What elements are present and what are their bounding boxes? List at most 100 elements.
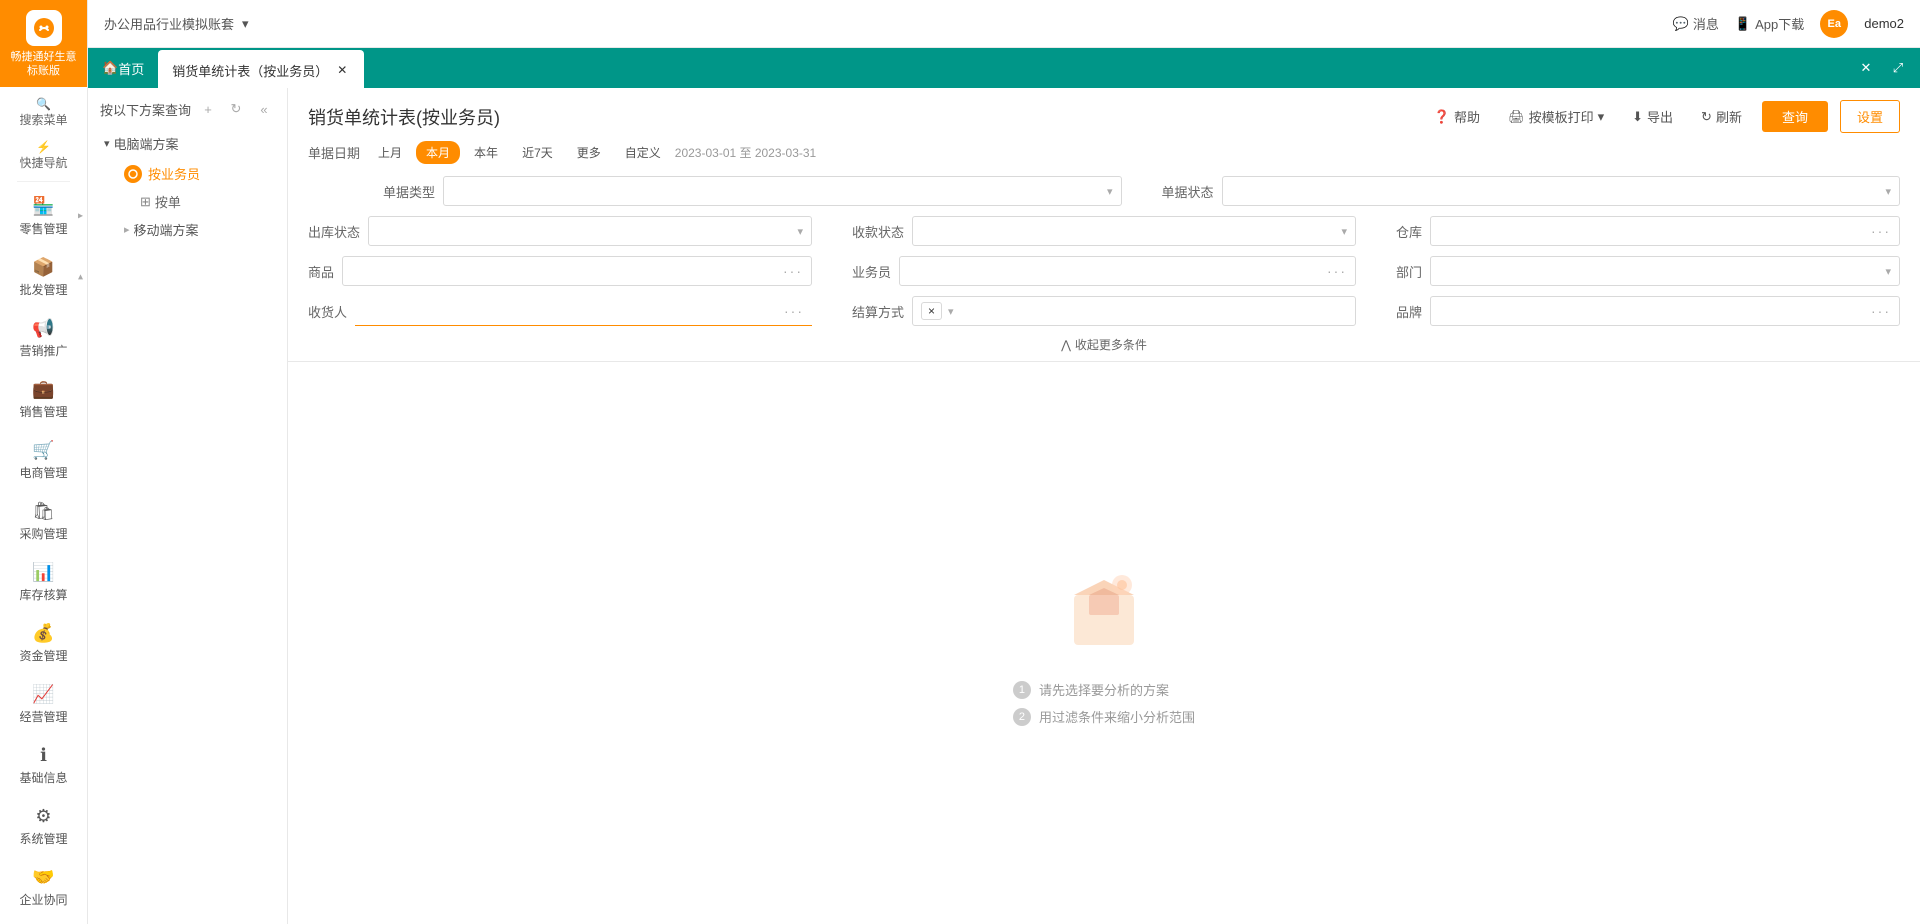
empty-area: 1 请先选择要分析的方案 2 用过滤条件来缩小分析范围 <box>288 362 1920 924</box>
message-button[interactable]: 💬 消息 <box>1673 14 1719 33</box>
app-download-button[interactable]: 📱 App下载 <box>1735 14 1804 33</box>
tree-pc-label: 电脑端方案 <box>114 134 179 153</box>
tag-x[interactable]: × <box>928 304 935 318</box>
template-print-button[interactable]: 🖨 按模板打印 ▾ <box>1500 103 1612 130</box>
help-button[interactable]: ❓ 帮助 <box>1426 103 1488 130</box>
filter-row-3: 商品 ··· 业务员 ··· <box>308 256 1900 286</box>
sidebar-item-ecommerce[interactable]: 🛒 电商管理 <box>0 430 87 491</box>
department-select[interactable]: ▾ <box>1430 256 1900 286</box>
goods-select[interactable]: ··· <box>342 256 812 286</box>
query-button[interactable]: 查询 <box>1762 101 1828 132</box>
sidebar-item-sales[interactable]: 💼 销售管理 <box>0 369 87 430</box>
tab-bar: 🏠 首页 销货单统计表（按业务员） ✕ ✕ ⤢ <box>88 48 1920 88</box>
date-btn-custom[interactable]: 自定义 <box>615 141 671 164</box>
sidebar-item-newbie[interactable]: 🎯 新手引导 <box>0 918 87 924</box>
tree-sub-order[interactable]: ⊞ 按单 <box>96 188 279 215</box>
tree-caret-icon: ▾ <box>104 137 110 150</box>
date-label: 单据日期 <box>308 143 360 162</box>
sidebar-item-operations-label: 经营管理 <box>19 708 67 725</box>
filter-item-settlement: 结算方式 × ▾ <box>852 296 1356 326</box>
warehouse-dots-icon: ··· <box>1871 223 1891 239</box>
avatar[interactable]: Ea <box>1820 10 1848 38</box>
message-icon: 💬 <box>1673 16 1689 32</box>
brand-dots-icon: ··· <box>1871 303 1891 319</box>
date-btn-this-year[interactable]: 本年 <box>464 141 508 164</box>
filter-area: 单据日期 上月 本月 本年 近7天 更多 自定义 2023-03-01 至 20… <box>308 141 1900 361</box>
system-icon: ⚙ <box>35 806 51 827</box>
tree-mobile-section[interactable]: ▸ 移动端方案 <box>96 215 279 244</box>
doc-status-select[interactable]: ▾ <box>1222 176 1900 206</box>
department-label: 部门 <box>1396 262 1422 281</box>
date-btn-more[interactable]: 更多 <box>567 141 611 164</box>
close-all-icon: ✕ <box>1861 60 1872 76</box>
tree-mobile-label: 移动端方案 <box>134 220 199 239</box>
date-btn-this-month[interactable]: 本月 <box>416 141 460 164</box>
collection-status-select[interactable]: ▾ <box>912 216 1356 246</box>
empty-state-icon <box>1054 560 1154 660</box>
retail-arrow: ▸ <box>78 211 83 222</box>
out-status-select[interactable]: ▾ <box>368 216 812 246</box>
consignee-input[interactable]: ··· <box>355 296 812 326</box>
tree-pc-section[interactable]: ▾ 电脑端方案 <box>96 128 279 159</box>
empty-tip-1-text: 请先选择要分析的方案 <box>1039 680 1169 699</box>
sidebar-item-quick[interactable]: ⚡ 快捷导航 <box>0 134 87 177</box>
sidebar-item-retail-label: 零售管理 <box>19 220 67 237</box>
department-caret-icon: ▾ <box>1885 265 1891 278</box>
collapse-button[interactable]: ⋀ 收起更多条件 <box>1061 336 1147 353</box>
brand-label: 品牌 <box>1396 302 1422 321</box>
sidebar-logo[interactable]: 畅捷通好生意 标账版 <box>0 0 87 87</box>
tree-child-salesperson[interactable]: 按业务员 <box>96 159 279 188</box>
filter-item-department: 部门 ▾ <box>1396 256 1900 286</box>
settlement-select[interactable]: × ▾ <box>912 296 1356 326</box>
date-btn-7days[interactable]: 近7天 <box>512 141 563 164</box>
sidebar-item-system[interactable]: ⚙ 系统管理 <box>0 796 87 857</box>
sales-icon: 💼 <box>32 379 54 400</box>
tab-report-close-button[interactable]: ✕ <box>334 62 350 78</box>
sidebar-item-basic[interactable]: ℹ 基础信息 <box>0 735 87 796</box>
salesperson-dots-icon: ··· <box>1327 263 1347 279</box>
export-button[interactable]: ⬇ 导出 <box>1624 103 1681 130</box>
add-scheme-button[interactable]: + <box>197 98 219 120</box>
sidebar-item-finance[interactable]: 💰 资金管理 <box>0 613 87 674</box>
collapse-panel-button[interactable]: « <box>253 98 275 120</box>
empty-tip-1: 1 请先选择要分析的方案 <box>1013 680 1195 699</box>
tab-close-all-button[interactable]: ✕ <box>1852 54 1880 82</box>
sidebar-item-wholesale[interactable]: 📦 批发管理 ▴ <box>0 247 87 308</box>
refresh-scheme-button[interactable]: ↻ <box>225 98 247 120</box>
sidebar-item-search[interactable]: 🔍 搜索菜单 <box>0 87 87 134</box>
sidebar-item-inventory[interactable]: 📊 库存核算 <box>0 552 87 613</box>
breadcrumb-text: 办公用品行业模拟账套 <box>104 14 234 33</box>
template-print-label: 按模板打印 <box>1529 107 1594 126</box>
breadcrumb-area[interactable]: 办公用品行业模拟账套 ▾ <box>104 14 249 33</box>
username: demo2 <box>1864 16 1904 31</box>
refresh-icon: ↻ <box>231 101 242 117</box>
right-content: 销货单统计表(按业务员) ❓ 帮助 🖨 按模板打印 ▾ ⬇ <box>288 88 1920 924</box>
sidebar-item-marketing[interactable]: 📢 营销推广 <box>0 308 87 369</box>
filter-item-doc-type: 单据类型 ▾ <box>383 176 1122 206</box>
refresh-button[interactable]: ↻ 刷新 <box>1693 103 1750 130</box>
settings-button[interactable]: 设置 <box>1840 100 1900 133</box>
brand-select[interactable]: ··· <box>1430 296 1900 326</box>
collapse-row: ⋀ 收起更多条件 <box>308 332 1900 361</box>
tab-home[interactable]: 🏠 首页 <box>88 48 158 88</box>
app-download-label: App下载 <box>1755 14 1804 33</box>
sidebar-item-enterprise-label: 企业协同 <box>19 891 67 908</box>
wholesale-icon: 📦 <box>32 257 54 278</box>
sidebar-item-operations[interactable]: 📈 经营管理 <box>0 674 87 735</box>
wholesale-arrow: ▴ <box>78 272 83 283</box>
tab-expand-button[interactable]: ⤢ <box>1884 54 1912 82</box>
doc-status-caret-icon: ▾ <box>1885 185 1891 198</box>
sidebar-item-retail[interactable]: 🏪 零售管理 ▸ <box>0 186 87 247</box>
warehouse-select[interactable]: ··· <box>1430 216 1900 246</box>
tab-report[interactable]: 销货单统计表（按业务员） ✕ <box>158 50 364 90</box>
doc-status-label: 单据状态 <box>1162 182 1214 201</box>
tab-actions: ✕ ⤢ <box>1852 54 1920 82</box>
salesperson-select[interactable]: ··· <box>899 256 1356 286</box>
tab-home-icon: 🏠 <box>102 60 118 76</box>
sidebar-search-label: 搜索菜单 <box>0 111 87 128</box>
date-btn-last-month[interactable]: 上月 <box>368 141 412 164</box>
left-panel-header: 按以下方案查询 + ↻ « <box>88 98 287 128</box>
doc-type-select[interactable]: ▾ <box>443 176 1121 206</box>
sidebar-item-purchase[interactable]: 🛍 采购管理 <box>0 491 87 552</box>
sidebar-item-enterprise[interactable]: 🤝 企业协同 <box>0 857 87 918</box>
